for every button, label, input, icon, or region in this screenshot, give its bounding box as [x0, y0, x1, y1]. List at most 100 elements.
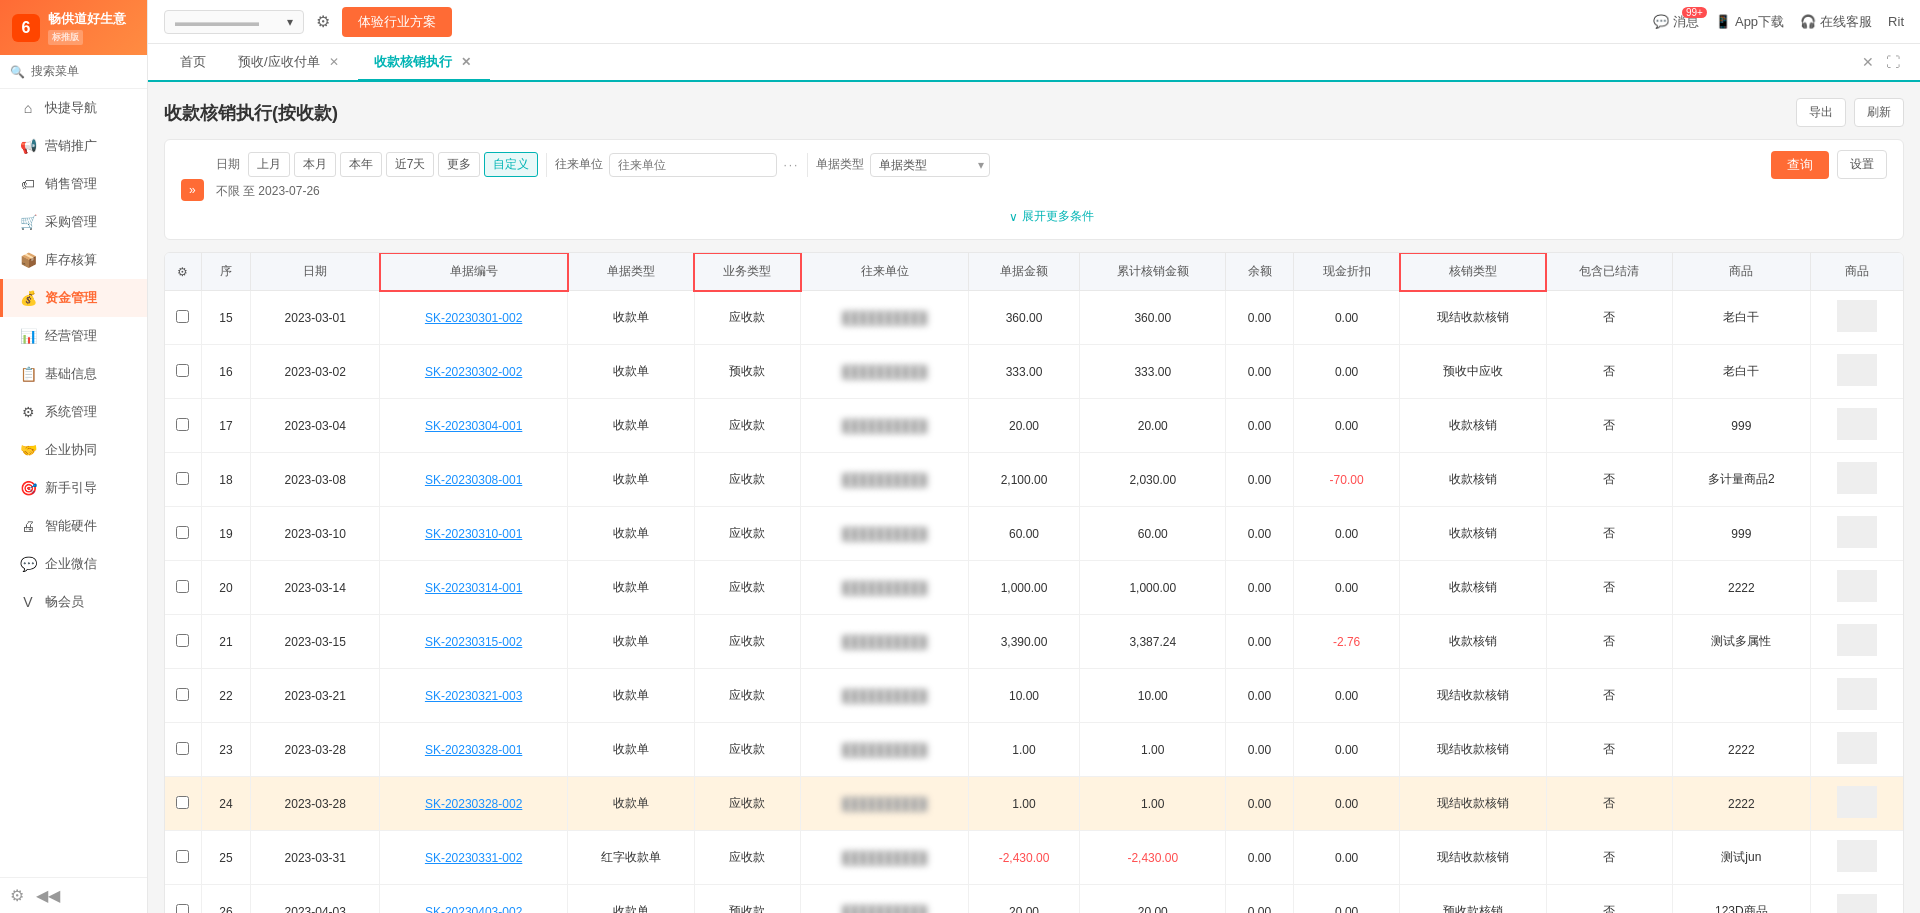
- sidebar-item-member[interactable]: V 畅会员: [0, 583, 147, 621]
- online-service-button[interactable]: 🎧 在线客服: [1800, 13, 1872, 31]
- sidebar-item-operation[interactable]: 📊 经营管理: [0, 317, 147, 355]
- headset-icon: 🎧: [1800, 14, 1816, 29]
- expand-tab-icon[interactable]: ⛶: [1882, 50, 1904, 74]
- row-receipt-no[interactable]: SK-20230308-001: [380, 453, 568, 507]
- table-row[interactable]: 15 2023-03-01 SK-20230301-002 收款单 应收款 ██…: [165, 291, 1903, 345]
- table-row[interactable]: 17 2023-03-04 SK-20230304-001 收款单 应收款 ██…: [165, 399, 1903, 453]
- this-month-btn[interactable]: 本月: [294, 152, 336, 177]
- row-verified-amount: 10.00: [1080, 669, 1226, 723]
- custom-date-btn[interactable]: 自定义: [484, 152, 538, 177]
- row-receipt-no[interactable]: SK-20230321-003: [380, 669, 568, 723]
- row-receipt-no[interactable]: SK-20230302-002: [380, 345, 568, 399]
- sidebar-item-marketing[interactable]: 📢 营销推广: [0, 127, 147, 165]
- row-checkbox[interactable]: [165, 345, 201, 399]
- table-row[interactable]: 16 2023-03-02 SK-20230302-002 收款单 预收款 ██…: [165, 345, 1903, 399]
- sidebar: 6 畅供道好生意 标推版 🔍 搜索菜单 ⌂ 快捷导航 📢 营销推广 🏷 销售管理…: [0, 0, 148, 913]
- app-download-button[interactable]: 📱 App下载: [1715, 13, 1784, 31]
- sidebar-item-label: 库存核算: [45, 251, 97, 269]
- sidebar-item-system[interactable]: ⚙ 系统管理: [0, 393, 147, 431]
- row-balance: 0.00: [1226, 723, 1293, 777]
- table-row[interactable]: 20 2023-03-14 SK-20230314-001 收款单 应收款 ██…: [165, 561, 1903, 615]
- row-discount: 0.00: [1293, 507, 1400, 561]
- row-receipt-no[interactable]: SK-20230403-002: [380, 885, 568, 914]
- gear-column-header[interactable]: ⚙: [165, 253, 201, 291]
- row-checkbox[interactable]: [165, 399, 201, 453]
- sidebar-item-hardware[interactable]: 🖨 智能硬件: [0, 507, 147, 545]
- row-checkbox[interactable]: [165, 831, 201, 885]
- receipt-type-label: 单据类型: [816, 156, 864, 173]
- close-tab-icon[interactable]: ✕: [1858, 50, 1878, 74]
- tab-home[interactable]: 首页: [164, 45, 222, 81]
- expand-more-button[interactable]: ∨ 展开更多条件: [216, 204, 1887, 229]
- app-download-label: App下载: [1735, 13, 1784, 31]
- row-checkbox[interactable]: [165, 561, 201, 615]
- row-checkbox[interactable]: [165, 507, 201, 561]
- topbar-right: 💬 消息 99+ 📱 App下载 🎧 在线客服 Rit: [1653, 13, 1904, 31]
- row-checkbox[interactable]: [165, 885, 201, 914]
- user-profile-button[interactable]: Rit: [1888, 14, 1904, 29]
- row-amount: -2,430.00: [968, 831, 1079, 885]
- this-year-btn[interactable]: 本年: [340, 152, 382, 177]
- row-checkbox[interactable]: [165, 669, 201, 723]
- table-row[interactable]: 18 2023-03-08 SK-20230308-001 收款单 应收款 ██…: [165, 453, 1903, 507]
- row-receipt-no[interactable]: SK-20230314-001: [380, 561, 568, 615]
- table-row[interactable]: 21 2023-03-15 SK-20230315-002 收款单 应收款 ██…: [165, 615, 1903, 669]
- row-date: 2023-04-03: [251, 885, 380, 914]
- table-row[interactable]: 23 2023-03-28 SK-20230328-001 收款单 应收款 ██…: [165, 723, 1903, 777]
- tab-pre-receipt[interactable]: 预收/应收付单 ✕: [222, 45, 358, 81]
- tab-receipt-verify-close[interactable]: ✕: [458, 54, 474, 70]
- row-seq: 26: [201, 885, 251, 914]
- row-amount: 10.00: [968, 669, 1079, 723]
- row-receipt-no[interactable]: SK-20230304-001: [380, 399, 568, 453]
- sidebar-item-wechat[interactable]: 💬 企业微信: [0, 545, 147, 583]
- tab-receipt-verify[interactable]: 收款核销执行 ✕: [358, 45, 490, 81]
- sidebar-item-sales[interactable]: 🏷 销售管理: [0, 165, 147, 203]
- more-date-btn[interactable]: 更多: [438, 152, 480, 177]
- row-receipt-no[interactable]: SK-20230328-001: [380, 723, 568, 777]
- receipt-type-select[interactable]: 单据类型 收款单 红字收款单: [870, 153, 990, 177]
- gear-icon[interactable]: ⚙: [316, 12, 330, 31]
- export-button[interactable]: 导出: [1796, 98, 1846, 127]
- row-receipt-no[interactable]: SK-20230301-002: [380, 291, 568, 345]
- row-receipt-no[interactable]: SK-20230328-002: [380, 777, 568, 831]
- counterpart-input[interactable]: [609, 153, 777, 177]
- sidebar-collapse-icon[interactable]: ◀◀: [36, 886, 60, 905]
- sidebar-item-stock[interactable]: 📦 库存核算: [0, 241, 147, 279]
- sidebar-settings-icon[interactable]: ⚙: [10, 886, 24, 905]
- last-month-btn[interactable]: 上月: [248, 152, 290, 177]
- sidebar-item-basic[interactable]: 📋 基础信息: [0, 355, 147, 393]
- table-row[interactable]: 25 2023-03-31 SK-20230331-002 红字收款单 应收款 …: [165, 831, 1903, 885]
- row-checkbox[interactable]: [165, 615, 201, 669]
- sidebar-item-guide[interactable]: 🎯 新手引导: [0, 469, 147, 507]
- sidebar-item-enterprise[interactable]: 🤝 企业协同: [0, 431, 147, 469]
- row-checkbox[interactable]: [165, 723, 201, 777]
- sidebar-item-quick-nav[interactable]: ⌂ 快捷导航: [0, 89, 147, 127]
- row-receipt-no[interactable]: SK-20230331-002: [380, 831, 568, 885]
- table-row[interactable]: 22 2023-03-21 SK-20230321-003 收款单 应收款 ██…: [165, 669, 1903, 723]
- table-row[interactable]: 19 2023-03-10 SK-20230310-001 收款单 应收款 ██…: [165, 507, 1903, 561]
- last-7days-btn[interactable]: 近7天: [386, 152, 435, 177]
- table-row[interactable]: 24 2023-03-28 SK-20230328-002 收款单 应收款 ██…: [165, 777, 1903, 831]
- row-product2: [1810, 615, 1903, 669]
- company-selector[interactable]: ▬▬▬▬▬▬▬ ▾: [164, 10, 304, 34]
- refresh-button[interactable]: 刷新: [1854, 98, 1904, 127]
- settings-button[interactable]: 设置: [1837, 150, 1887, 179]
- row-checkbox[interactable]: [165, 291, 201, 345]
- row-seq: 18: [201, 453, 251, 507]
- page-header: 收款核销执行(按收款) 导出 刷新: [164, 98, 1904, 127]
- messages-button[interactable]: 💬 消息 99+: [1653, 13, 1699, 31]
- row-receipt-no[interactable]: SK-20230315-002: [380, 615, 568, 669]
- seq-column-header: 序: [201, 253, 251, 291]
- row-checkbox[interactable]: [165, 777, 201, 831]
- table-row[interactable]: 26 2023-04-03 SK-20230403-002 收款单 预收款 ██…: [165, 885, 1903, 914]
- query-button[interactable]: 查询: [1771, 151, 1829, 179]
- search-menu[interactable]: 🔍 搜索菜单: [0, 55, 147, 89]
- sidebar-item-finance[interactable]: 💰 资金管理: [0, 279, 147, 317]
- industry-solution-button[interactable]: 体验行业方案: [342, 7, 452, 37]
- row-biz-type: 应收款: [694, 507, 801, 561]
- row-receipt-no[interactable]: SK-20230310-001: [380, 507, 568, 561]
- tab-pre-receipt-close[interactable]: ✕: [326, 54, 342, 70]
- filter-toggle-button[interactable]: »: [181, 179, 204, 201]
- row-checkbox[interactable]: [165, 453, 201, 507]
- sidebar-item-purchase[interactable]: 🛒 采购管理: [0, 203, 147, 241]
